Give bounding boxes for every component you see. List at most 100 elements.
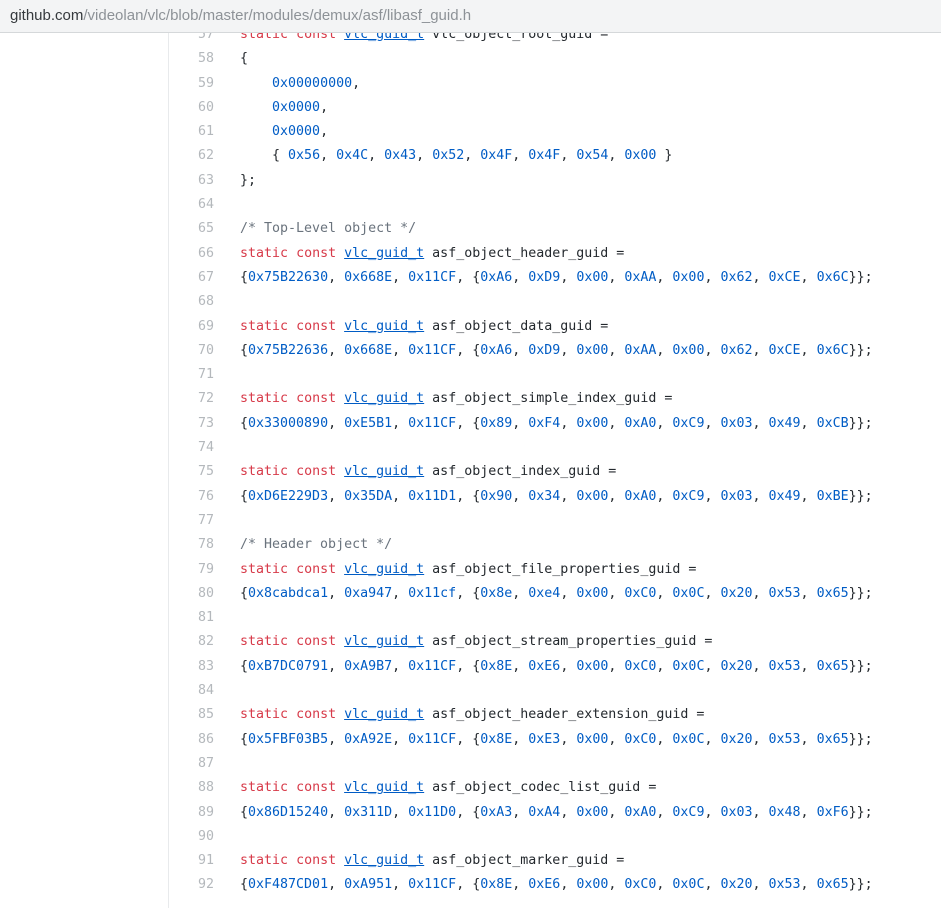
line-number-76[interactable]: 76: [169, 485, 218, 509]
code-line-72: 72 static const vlc_guid_t asf_object_sim…: [169, 387, 941, 411]
code-line-82: 82 static const vlc_guid_t asf_object_str…: [169, 630, 941, 654]
code-text: /* Header object */: [240, 537, 393, 553]
type-link-vlc_guid_t[interactable]: vlc_guid_t: [344, 562, 424, 577]
code-text: static const vlc_guid_t asf_object_simpl…: [240, 391, 673, 407]
code-line-83: 83 {0xB7DC0791, 0xA9B7, 0x11CF, {0x8E, 0x…: [169, 655, 941, 679]
url-path: /videolan/vlc/blob/master/modules/demux/…: [83, 7, 472, 24]
line-number-58[interactable]: 58: [169, 47, 218, 71]
code-text: {0x5FBF03B5, 0xA92E, 0x11CF, {0x8E, 0xE3…: [240, 731, 873, 747]
code-text: static const vlc_guid_t asf_object_codec…: [240, 780, 657, 796]
code-line-81: 81: [169, 606, 941, 630]
type-link-vlc_guid_t[interactable]: vlc_guid_t: [344, 464, 424, 479]
line-number-88[interactable]: 88: [169, 776, 218, 800]
code-text: static const vlc_guid_t asf_object_strea…: [240, 634, 713, 650]
code-line-65: 65 /* Top-Level object */: [169, 217, 941, 241]
code-line-76: 76 {0xD6E229D3, 0x35DA, 0x11D1, {0x90, 0x…: [169, 485, 941, 509]
code-text: static const vlc_guid_t asf_object_heade…: [240, 245, 625, 261]
line-number-77[interactable]: 77: [169, 509, 218, 533]
line-number-63[interactable]: 63: [169, 169, 218, 193]
code-line-80: 80 {0x8cabdca1, 0xa947, 0x11cf, {0x8e, 0x…: [169, 582, 941, 606]
line-number-67[interactable]: 67: [169, 266, 218, 290]
line-number-74[interactable]: 74: [169, 436, 218, 460]
code-text: };: [240, 172, 257, 188]
line-number-75[interactable]: 75: [169, 460, 218, 484]
code-line-59: 59 0x00000000,: [169, 72, 941, 96]
type-link-vlc_guid_t[interactable]: vlc_guid_t: [344, 853, 424, 868]
url-bar[interactable]: github.com/videolan/vlc/blob/master/modu…: [0, 0, 941, 33]
code-line-74: 74: [169, 436, 941, 460]
line-number-78[interactable]: 78: [169, 533, 218, 557]
line-number-64[interactable]: 64: [169, 193, 218, 217]
line-number-70[interactable]: 70: [169, 339, 218, 363]
line-number-59[interactable]: 59: [169, 72, 218, 96]
code-line-63: 63};: [169, 169, 941, 193]
type-link-vlc_guid_t[interactable]: vlc_guid_t: [344, 33, 424, 42]
type-link-vlc_guid_t[interactable]: vlc_guid_t: [344, 391, 424, 406]
code-line-66: 66 static const vlc_guid_t asf_object_hea…: [169, 242, 941, 266]
code-text: {0x33000890, 0xE5B1, 0x11CF, {0x89, 0xF4…: [240, 415, 873, 431]
line-number-91[interactable]: 91: [169, 849, 218, 873]
code-text: {0x86D15240, 0x311D, 0x11D0, {0xA3, 0xA4…: [240, 804, 873, 820]
code-line-69: 69 static const vlc_guid_t asf_object_dat…: [169, 315, 941, 339]
code-text: static const vlc_guid_t asf_object_index…: [240, 464, 617, 480]
line-number-80[interactable]: 80: [169, 582, 218, 606]
code-text: {0x8cabdca1, 0xa947, 0x11cf, {0x8e, 0xe4…: [240, 585, 873, 601]
line-number-81[interactable]: 81: [169, 606, 218, 630]
line-number-82[interactable]: 82: [169, 630, 218, 654]
code-line-58: 58 {: [169, 47, 941, 71]
line-number-72[interactable]: 72: [169, 387, 218, 411]
type-link-vlc_guid_t[interactable]: vlc_guid_t: [344, 780, 424, 795]
line-number-90[interactable]: 90: [169, 825, 218, 849]
code-line-86: 86 {0x5FBF03B5, 0xA92E, 0x11CF, {0x8E, 0x…: [169, 728, 941, 752]
line-number-62[interactable]: 62: [169, 144, 218, 168]
code-line-89: 89 {0x86D15240, 0x311D, 0x11D0, {0xA3, 0x…: [169, 801, 941, 825]
code-text: static const vlc_guid_t asf_object_heade…: [240, 707, 705, 723]
line-number-89[interactable]: 89: [169, 801, 218, 825]
line-number-68[interactable]: 68: [169, 290, 218, 314]
line-number-79[interactable]: 79: [169, 558, 218, 582]
line-number-73[interactable]: 73: [169, 412, 218, 436]
code-line-87: 87: [169, 752, 941, 776]
code-text: 0x0000,: [272, 124, 329, 140]
code-line-71: 71: [169, 363, 941, 387]
type-link-vlc_guid_t[interactable]: vlc_guid_t: [344, 707, 424, 722]
line-number-69[interactable]: 69: [169, 315, 218, 339]
code-text: static const vlc_guid_t asf_object_data_…: [240, 318, 609, 334]
code-line-88: 88 static const vlc_guid_t asf_object_cod…: [169, 776, 941, 800]
code-line-77: 77: [169, 509, 941, 533]
line-number-92[interactable]: 92: [169, 873, 218, 897]
line-number-71[interactable]: 71: [169, 363, 218, 387]
line-number-85[interactable]: 85: [169, 703, 218, 727]
line-number-84[interactable]: 84: [169, 679, 218, 703]
code-text: static const vlc_guid_t vlc_object_root_…: [218, 33, 608, 47]
code-line-79: 79 static const vlc_guid_t asf_object_fil…: [169, 558, 941, 582]
line-number-60[interactable]: 60: [169, 96, 218, 120]
type-link-vlc_guid_t[interactable]: vlc_guid_t: [344, 246, 424, 261]
code-line-85: 85 static const vlc_guid_t asf_object_hea…: [169, 703, 941, 727]
line-number-65[interactable]: 65: [169, 217, 218, 241]
line-number-61[interactable]: 61: [169, 120, 218, 144]
code-text: {0x75B22630, 0x668E, 0x11CF, {0xA6, 0xD9…: [240, 269, 873, 285]
line-number-57[interactable]: 57: [169, 33, 218, 47]
type-link-vlc_guid_t[interactable]: vlc_guid_t: [344, 319, 424, 334]
code-text: {0xB7DC0791, 0xA9B7, 0x11CF, {0x8E, 0xE6…: [240, 658, 873, 674]
code-blob: 57 static const vlc_guid_t vlc_object_roo…: [168, 33, 941, 908]
code-line-92: 92 {0xF487CD01, 0xA951, 0x11CF, {0x8E, 0x…: [169, 873, 941, 897]
code-text: static const vlc_guid_t asf_object_file_…: [240, 561, 697, 577]
url-host: github.com: [10, 7, 84, 24]
code-line-68: 68: [169, 290, 941, 314]
line-number-87[interactable]: 87: [169, 752, 218, 776]
code-text: {: [240, 51, 249, 67]
line-number-86[interactable]: 86: [169, 728, 218, 752]
code-line-90: 90: [169, 825, 941, 849]
code-lines: 57 static const vlc_guid_t vlc_object_roo…: [169, 33, 941, 898]
code-line-62: 62 { 0x56, 0x4C, 0x43, 0x52, 0x4F, 0x4F,…: [169, 144, 941, 168]
line-number-83[interactable]: 83: [169, 655, 218, 679]
type-link-vlc_guid_t[interactable]: vlc_guid_t: [344, 634, 424, 649]
line-number-66[interactable]: 66: [169, 242, 218, 266]
